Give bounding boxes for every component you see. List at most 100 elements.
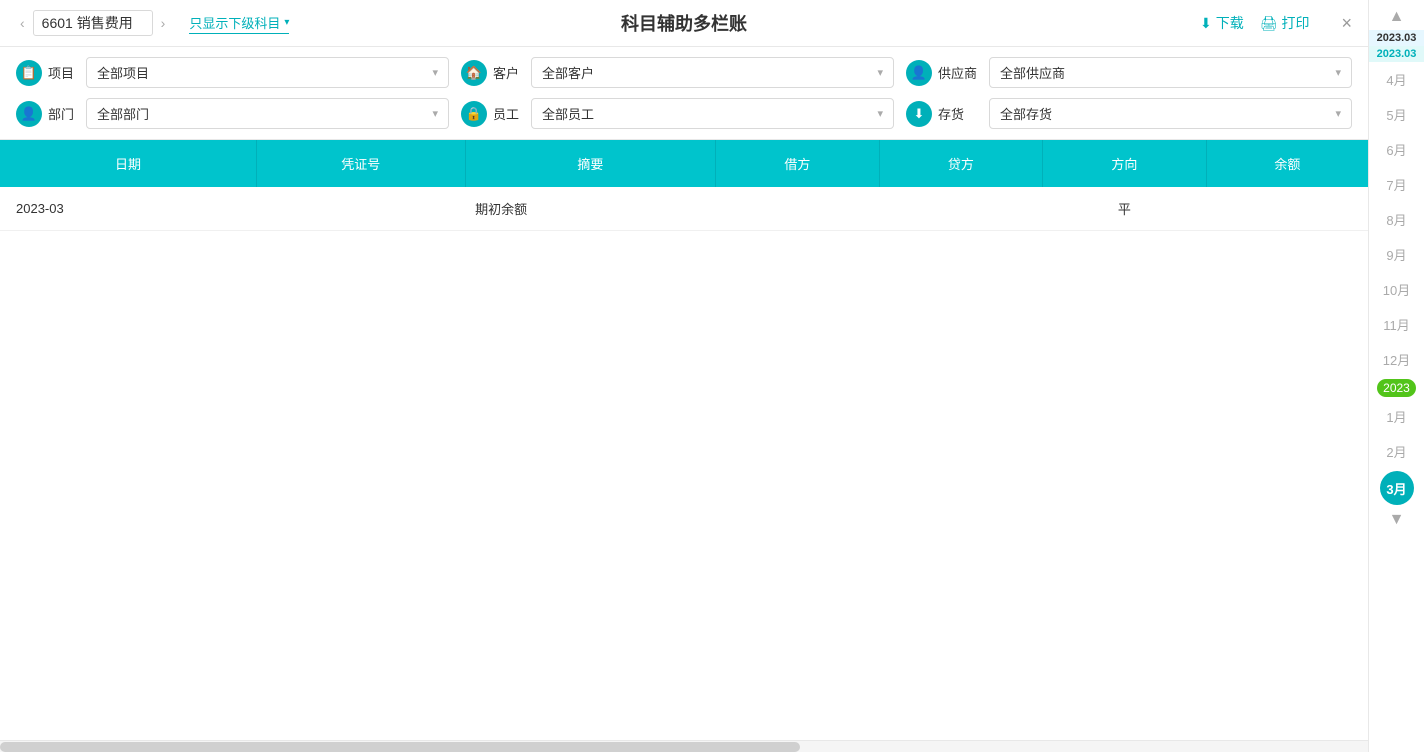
customer-select[interactable]: 全部客户 ▾ [531, 57, 894, 88]
year-badge-container: 2023 [1369, 377, 1424, 399]
year-2023-badge[interactable]: 2023 [1377, 379, 1416, 397]
department-select[interactable]: 全部部门 ▾ [86, 98, 449, 129]
employee-label-text: 员工 [493, 104, 519, 123]
customer-value: 全部客户 [542, 63, 594, 82]
col-balance: 余额 [1206, 140, 1368, 187]
month-9[interactable]: 9月 [1369, 237, 1424, 272]
table-header-row: 日期 凭证号 摘要 借方 贷方 方向 余额 [0, 140, 1368, 187]
download-icon: ⬇ [1200, 15, 1212, 32]
inventory-label-text: 存货 [938, 104, 964, 123]
table-wrap: 日期 凭证号 摘要 借方 贷方 方向 余额 2023-03 期初余额 [0, 140, 1368, 740]
department-icon: 👤 [16, 101, 42, 127]
cell-credit [879, 187, 1043, 231]
cell-summary: 期初余额 [465, 187, 715, 231]
supplier-label-text: 供应商 [938, 63, 977, 82]
content-area: ‹ 6601 销售费用 › 只显示下级科目 ▾ 科目辅助多栏账 ⬇ 下载 🖨 [0, 0, 1368, 752]
inventory-chevron-icon: ▾ [1335, 107, 1341, 120]
department-filter-label: 👤 部门 [16, 101, 74, 127]
period-header-2[interactable]: 2023.03 [1369, 46, 1424, 62]
employee-icon: 🔒 [461, 101, 487, 127]
table-body: 2023-03 期初余额 平 [0, 187, 1368, 231]
month-4[interactable]: 4月 [1369, 62, 1424, 97]
month-1[interactable]: 1月 [1369, 399, 1424, 434]
department-chevron-icon: ▾ [432, 107, 438, 120]
scrollbar-thumb[interactable] [0, 742, 800, 752]
sidebar-down-arrow[interactable]: ▼ [1369, 507, 1424, 533]
next-account-button[interactable]: › [157, 13, 170, 33]
inventory-filter-label: ⬇ 存货 [906, 101, 977, 127]
employee-value: 全部员工 [542, 104, 594, 123]
customer-label-text: 客户 [493, 63, 519, 82]
table-head: 日期 凭证号 摘要 借方 贷方 方向 余额 [0, 140, 1368, 187]
inventory-select[interactable]: 全部存货 ▾ [989, 98, 1352, 129]
supplier-value: 全部供应商 [1000, 63, 1065, 82]
sidebar-up-arrow[interactable]: ▲ [1369, 4, 1424, 30]
account-name: 销售费用 [77, 15, 133, 31]
cell-direction: 平 [1043, 187, 1207, 231]
col-summary: 摘要 [465, 140, 715, 187]
supplier-select[interactable]: 全部供应商 ▾ [989, 57, 1352, 88]
supplier-filter-label: 👤 供应商 [906, 60, 977, 86]
data-table: 日期 凭证号 摘要 借方 贷方 方向 余额 2023-03 期初余额 [0, 140, 1368, 231]
cell-debit [716, 187, 880, 231]
toolbar-right: ⬇ 下载 🖨 打印 × [1200, 13, 1352, 34]
project-select[interactable]: 全部项目 ▾ [86, 57, 449, 88]
period-header-1[interactable]: 2023.03 [1369, 30, 1424, 46]
show-sub-button[interactable]: 只显示下级科目 ▾ [189, 13, 289, 34]
project-chevron-icon: ▾ [432, 66, 438, 79]
horizontal-scrollbar[interactable] [0, 740, 1368, 752]
filter-area: 📋 项目 全部项目 ▾ 🏠 客户 全部客户 ▾ 👤 供应商 全 [0, 47, 1368, 140]
print-icon: 🖨 [1260, 15, 1278, 32]
month-3-selected[interactable]: 3月 [1380, 471, 1414, 505]
month-5[interactable]: 5月 [1369, 97, 1424, 132]
month-2[interactable]: 2月 [1369, 434, 1424, 469]
inventory-value: 全部存货 [1000, 104, 1052, 123]
cell-voucher [256, 187, 465, 231]
show-sub-chevron-icon: ▾ [284, 17, 289, 28]
customer-filter-label: 🏠 客户 [461, 60, 519, 86]
print-label: 打印 [1281, 13, 1309, 33]
account-label: 6601 销售费用 [33, 10, 153, 36]
col-debit: 借方 [716, 140, 880, 187]
employee-chevron-icon: ▾ [877, 107, 883, 120]
department-label-text: 部门 [48, 104, 74, 123]
show-sub-label: 只显示下级科目 [189, 13, 280, 32]
top-bar: ‹ 6601 销售费用 › 只显示下级科目 ▾ 科目辅助多栏账 ⬇ 下载 🖨 [0, 0, 1368, 47]
close-button[interactable]: × [1341, 13, 1352, 34]
table-row: 2023-03 期初余额 平 [0, 187, 1368, 231]
supplier-chevron-icon: ▾ [1335, 66, 1341, 79]
employee-filter-label: 🔒 员工 [461, 101, 519, 127]
project-icon: 📋 [16, 60, 42, 86]
employee-select[interactable]: 全部员工 ▾ [531, 98, 894, 129]
download-button[interactable]: ⬇ 下载 [1200, 13, 1244, 33]
project-label-text: 项目 [48, 63, 74, 82]
prev-account-button[interactable]: ‹ [16, 13, 29, 33]
customer-icon: 🏠 [461, 60, 487, 86]
month-10[interactable]: 10月 [1369, 272, 1424, 307]
department-value: 全部部门 [97, 104, 149, 123]
month-3-container: 3月 [1369, 469, 1424, 507]
col-credit: 贷方 [879, 140, 1043, 187]
project-filter-label: 📋 项目 [16, 60, 74, 86]
print-button[interactable]: 🖨 打印 [1260, 13, 1310, 33]
page-title: 科目辅助多栏账 [621, 10, 747, 36]
download-label: 下载 [1216, 13, 1244, 33]
cell-balance [1206, 187, 1368, 231]
month-7[interactable]: 7月 [1369, 167, 1424, 202]
month-6[interactable]: 6月 [1369, 132, 1424, 167]
inventory-icon: ⬇ [906, 101, 932, 127]
customer-chevron-icon: ▾ [877, 66, 883, 79]
month-11[interactable]: 11月 [1369, 307, 1424, 342]
account-code: 6601 [42, 15, 73, 31]
col-voucher: 凭证号 [256, 140, 465, 187]
nav-area: ‹ 6601 销售费用 › 只显示下级科目 ▾ [16, 10, 289, 36]
col-date: 日期 [0, 140, 256, 187]
col-direction: 方向 [1043, 140, 1207, 187]
month-12[interactable]: 12月 [1369, 342, 1424, 377]
main-window: ‹ 6601 销售费用 › 只显示下级科目 ▾ 科目辅助多栏账 ⬇ 下载 🖨 [0, 0, 1424, 752]
month-8[interactable]: 8月 [1369, 202, 1424, 237]
project-value: 全部项目 [97, 63, 149, 82]
cell-date: 2023-03 [0, 187, 256, 231]
supplier-icon: 👤 [906, 60, 932, 86]
month-sidebar: ▲ 2023.03 2023.03 4月 5月 6月 7月 8月 9月 10月 … [1368, 0, 1424, 752]
